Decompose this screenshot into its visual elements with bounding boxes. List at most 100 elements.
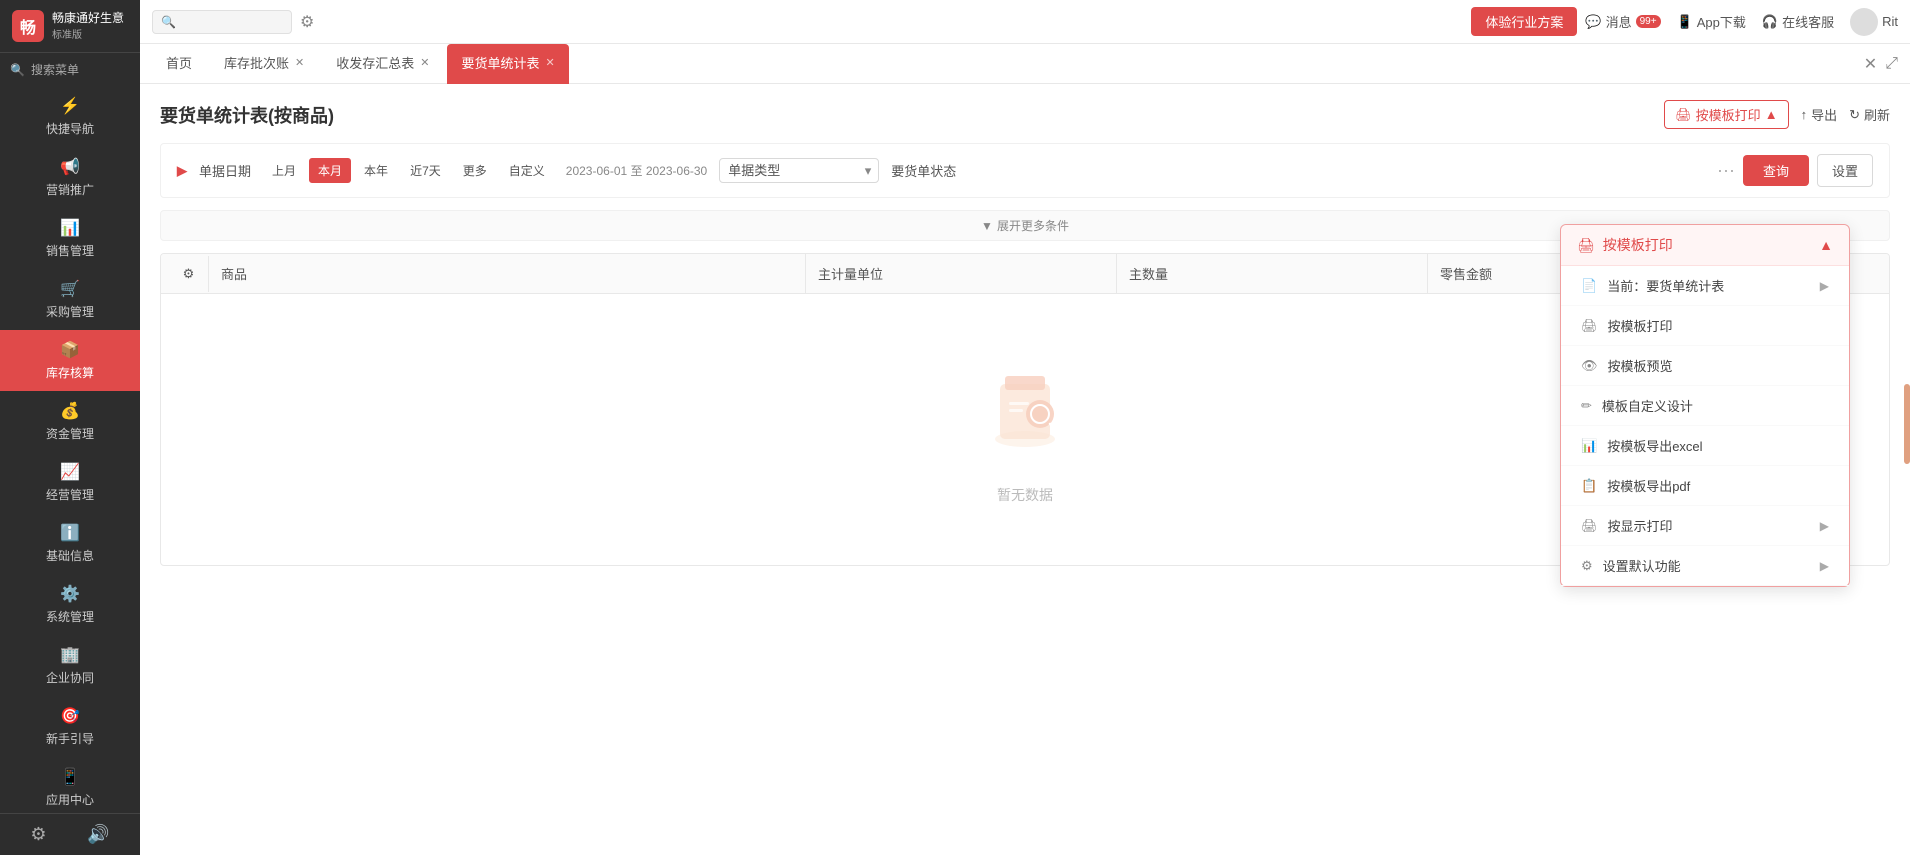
newbie-icon: 🎯 [60,706,80,726]
table-col-unit: 主计量单位 [806,254,1117,293]
order-status-label: 要货单状态 [891,161,956,180]
tab-order-stats[interactable]: 要货单统计表 ✕ [447,44,568,84]
dropdown-pdf-icon: 📋 [1581,478,1597,494]
sidebar-item-marketing[interactable]: 📢 营销推广 [0,147,140,208]
shortcut-icon: ⚡ [60,96,80,116]
dropdown-item-display-print[interactable]: 🖨 按显示打印 ▶ [1561,506,1849,546]
empty-text: 暂无数据 [997,485,1053,505]
empty-illustration [975,354,1075,473]
appstore-icon: 📱 [60,767,80,787]
dropdown-item-template-preview[interactable]: 👁 按模板预览 [1561,346,1849,386]
online-service-btn[interactable]: 🎧 在线客服 [1762,12,1834,31]
date-btn-more[interactable]: 更多 [454,158,496,183]
expand-icon: ▶ [177,163,187,179]
tab-close-order-stats[interactable]: ✕ [546,56,555,69]
settings-footer-icon[interactable]: ⚙ [30,824,46,845]
order-type-select[interactable]: 单据类型 [719,158,879,183]
topbar-gear-icon[interactable]: ⚙ [300,12,314,32]
date-range-text: 2023-06-01 至 2023-06-30 [566,162,707,179]
page-header: 要货单统计表(按商品) 🖨 按模板打印 ▲ ↑ 导出 ↻ 刷新 [160,100,1890,129]
dropdown-item-template-design[interactable]: ✏ 模板自定义设计 [1561,386,1849,426]
tab-close-collection-summary[interactable]: ✕ [420,56,429,69]
inventory-icon: 📦 [60,340,80,360]
tab-home[interactable]: 首页 [152,44,206,84]
settings-btn[interactable]: 设置 [1817,154,1873,187]
dropdown-default-icon: ⚙ [1581,558,1593,574]
dropdown-chevron-up-icon[interactable]: ▲ [1819,237,1833,253]
dropdown-item-template-print[interactable]: 🖨 按模板打印 [1561,306,1849,346]
sidebar-item-shortcut[interactable]: ⚡ 快捷导航 [0,86,140,147]
marketing-icon: 📢 [60,157,80,177]
query-btn-area: ··· 查询 设置 [1717,154,1873,187]
tab-close-window-icon[interactable]: ✕ [1864,54,1877,74]
sidebar-item-sales[interactable]: 📊 销售管理 [0,208,140,269]
dropdown-header-right: ▲ [1819,237,1833,253]
query-btn[interactable]: 查询 [1743,155,1809,186]
audio-footer-icon[interactable]: 🔊 [87,824,109,845]
topbar-right: 💬 消息 99+ 📱 App下载 🎧 在线客服 Rit [1585,8,1898,36]
finance-icon: 💰 [60,401,80,421]
operation-icon: 📈 [60,462,80,482]
sidebar-item-inventory[interactable]: 📦 库存核算 [0,330,140,391]
expand-more-btn[interactable]: ▼ 展开更多条件 [981,217,1069,234]
filter-bar: ▶ 单据日期 上月 本月 本年 近7天 更多 自定义 2023-06-01 至 … [160,143,1890,198]
date-btn-custom[interactable]: 自定义 [500,158,554,183]
message-btn[interactable]: 💬 消息 99+ [1585,12,1660,31]
sidebar-nav: ⚡ 快捷导航 📢 营销推广 📊 销售管理 🛒 采购管理 📦 库存核算 💰 资金管… [0,86,140,813]
dropdown-chevron-right-icon: ▶ [1820,279,1829,293]
sidebar: 畅 畅康通好生意 标准版 🔍 搜索菜单 ⚡ 快捷导航 📢 营销推广 📊 销售管理… [0,0,140,855]
export-btn[interactable]: ↑ 导出 [1801,105,1838,124]
dropdown-doc-icon: 📄 [1581,278,1597,294]
dropdown-item-current[interactable]: 📄 当前：要货单统计表 ▶ [1561,266,1849,306]
enterprise-icon: 🏢 [60,645,80,665]
sidebar-item-enterprise[interactable]: 🏢 企业协同 [0,635,140,696]
avatar-img [1850,8,1878,36]
sidebar-footer: ⚙ 🔊 [0,813,140,855]
tab-collection-summary[interactable]: 收发存汇总表 ✕ [322,44,443,84]
date-btn-last-month[interactable]: 上月 [263,158,305,183]
sidebar-item-operation[interactable]: 📈 经营管理 [0,452,140,513]
sales-icon: 📊 [60,218,80,238]
dropdown-print-icon: 🖨 [1577,237,1595,254]
sidebar-item-newbie[interactable]: 🎯 新手引导 [0,696,140,757]
industry-btn[interactable]: 体验行业方案 [1471,7,1577,36]
sidebar-item-finance[interactable]: 💰 资金管理 [0,391,140,452]
app-download-btn[interactable]: 📱 App下载 [1677,12,1746,31]
page-title: 要货单统计表(按商品) [160,102,334,128]
topbar-search[interactable]: 🔍 [152,10,292,34]
scroll-indicator[interactable] [1904,384,1910,464]
sidebar-item-basic[interactable]: ℹ️ 基础信息 [0,513,140,574]
dropdown-item-default-func[interactable]: ⚙ 设置默认功能 ▶ [1561,546,1849,586]
logo-icon: 畅 [12,10,44,42]
expand-more-icon: ▼ [981,219,993,233]
date-btn-current-year[interactable]: 本年 [355,158,397,183]
sidebar-search[interactable]: 🔍 搜索菜单 [0,53,140,86]
table-col-settings[interactable]: ⚙ [169,256,209,292]
dropdown-item-export-pdf[interactable]: 📋 按模板导出pdf [1561,466,1849,506]
filter-date-group: 上月 本月 本年 近7天 更多 自定义 [263,158,554,183]
purchase-icon: 🛒 [60,279,80,299]
dropdown-display-icon: 🖨 [1581,518,1598,534]
phone-icon: 📱 [1677,14,1693,30]
table-col-qty: 主数量 [1117,254,1428,293]
user-avatar[interactable]: Rit [1850,8,1898,36]
headset-icon: 🎧 [1762,14,1778,30]
sidebar-item-purchase[interactable]: 🛒 采购管理 [0,269,140,330]
sidebar-item-appstore[interactable]: 📱 应用中心 [0,757,140,813]
message-icon: 💬 [1585,14,1601,30]
tab-inventory-batch[interactable]: 库存批次账 ✕ [210,44,318,84]
dropdown-excel-icon: 📊 [1581,438,1597,454]
sidebar-item-system[interactable]: ⚙️ 系统管理 [0,574,140,635]
topbar-search-icon: 🔍 [161,15,176,29]
dropdown-header-left: 🖨 按模板打印 [1577,235,1673,255]
dropdown-item-export-excel[interactable]: 📊 按模板导出excel [1561,426,1849,466]
filter-expand-btn[interactable]: ▶ [177,163,187,179]
date-btn-current-month[interactable]: 本月 [309,158,351,183]
template-print-btn[interactable]: 🖨 按模板打印 ▲ [1664,100,1788,129]
more-options-icon[interactable]: ··· [1717,160,1735,181]
refresh-btn[interactable]: ↻ 刷新 [1849,105,1890,124]
table-col-product: 商品 [209,254,806,293]
tab-maximize-icon[interactable]: ⤢ [1885,55,1898,73]
tab-close-inventory-batch[interactable]: ✕ [295,56,304,69]
date-btn-last7[interactable]: 近7天 [401,158,450,183]
